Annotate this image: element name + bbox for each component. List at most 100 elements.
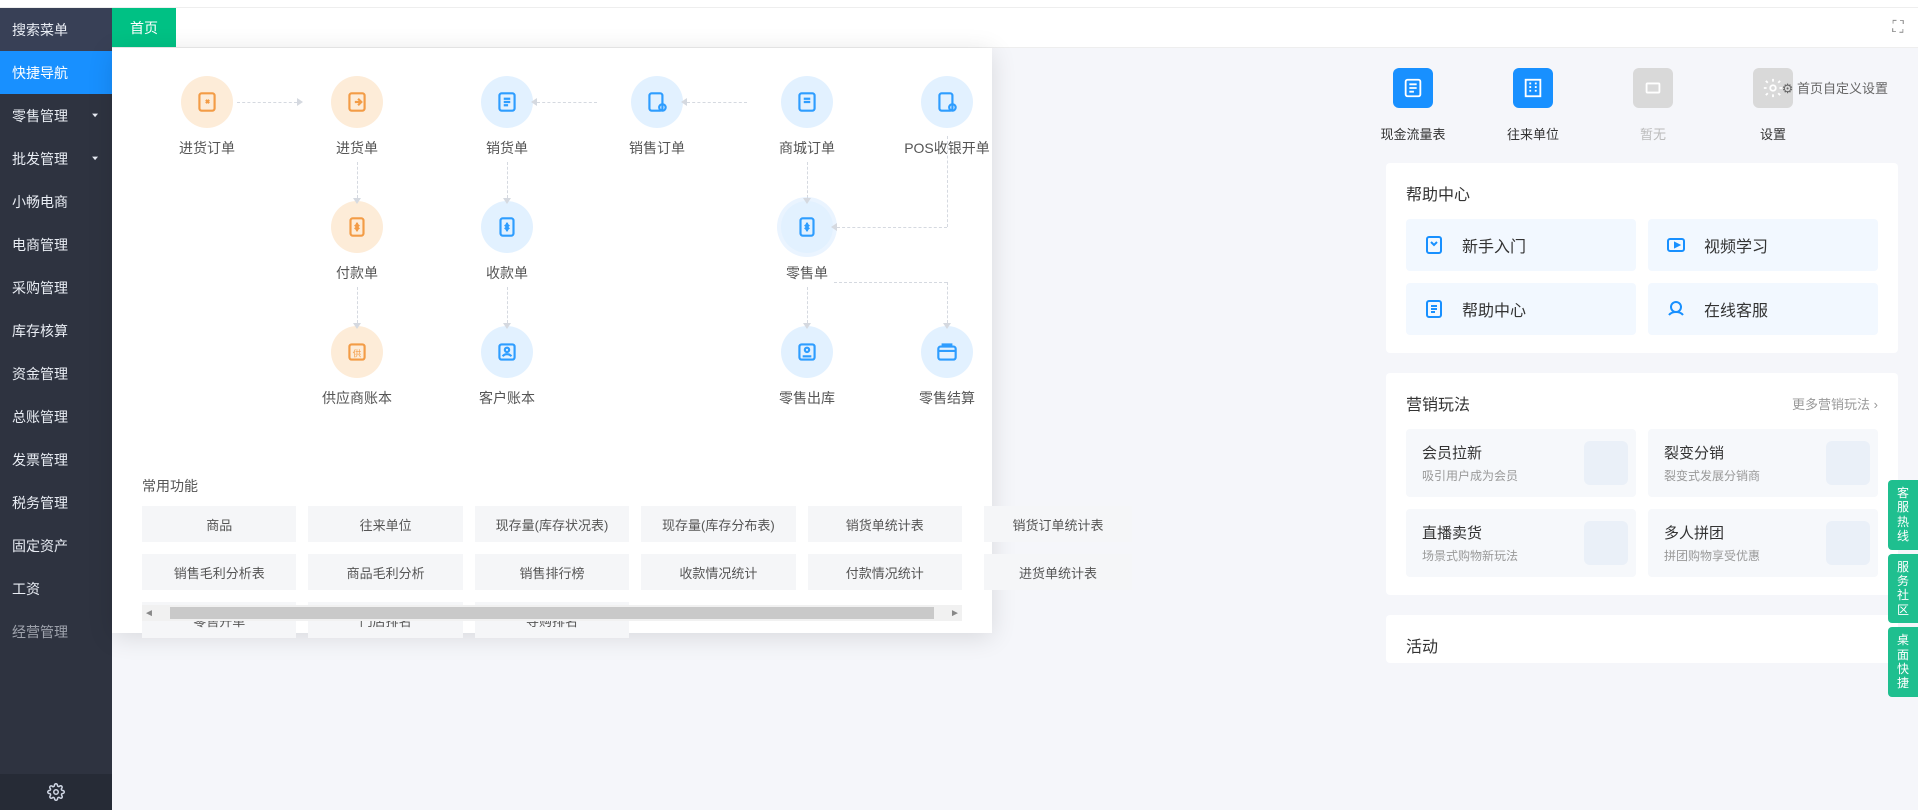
float-tag-desktop[interactable]: 桌面快捷	[1888, 627, 1918, 697]
sidebar-item-salary[interactable]: 工资	[0, 567, 112, 610]
sidebar-item-wholesale[interactable]: 批发管理 ▼	[0, 137, 112, 180]
common-btn-receipt-stats[interactable]: 收款情况统计	[641, 554, 795, 590]
node-label: 付款单	[292, 263, 422, 283]
sidebar-search-label: 搜索菜单	[12, 20, 68, 40]
arrow-icon	[681, 98, 687, 106]
arrow-icon	[943, 323, 951, 329]
common-btn-sales-bill-stats[interactable]: 销货单统计表	[808, 506, 962, 542]
connector	[834, 282, 947, 283]
node-retail-settlement[interactable]: 零售结算	[882, 326, 1012, 408]
node-sales-bill[interactable]: 销货单	[442, 76, 572, 158]
gear-icon: ⚙	[1782, 81, 1794, 96]
connector	[237, 102, 297, 103]
mall-order-icon	[781, 76, 833, 128]
sidebar-item-ledger[interactable]: 总账管理	[0, 395, 112, 438]
sidebar-item-label: 小畅电商	[12, 192, 68, 212]
activity-panel: 活动	[1386, 615, 1898, 663]
node-receipt[interactable]: 收款单	[442, 201, 572, 283]
common-btn-stock-dist[interactable]: 现存量(库存分布表)	[641, 506, 795, 542]
node-retail-outbound[interactable]: 零售出库	[742, 326, 872, 408]
caret-down-icon: ▼	[90, 112, 100, 119]
node-supplier-ledger[interactable]: 供 供应商账本	[292, 326, 422, 408]
retail-settlement-icon	[921, 326, 973, 378]
building-icon	[1513, 68, 1553, 108]
marketing-item-group[interactable]: 多人拼团 拼团购物享受优惠	[1648, 509, 1878, 577]
arrow-icon	[503, 323, 511, 329]
sidebar-item-invoice[interactable]: 发票管理	[0, 438, 112, 481]
sidebar-item-funds[interactable]: 资金管理	[0, 352, 112, 395]
node-label: 零售结算	[882, 388, 1012, 408]
common-btn-payment-stats[interactable]: 付款情况统计	[808, 554, 962, 590]
scroll-right-arrow[interactable]: ►	[948, 608, 962, 619]
sidebar-search[interactable]: 搜索菜单	[0, 8, 112, 51]
supplier-ledger-icon: 供	[331, 326, 383, 378]
node-payment[interactable]: 付款单	[292, 201, 422, 283]
common-btn-partners[interactable]: 往来单位	[308, 506, 462, 542]
help-item-label: 帮助中心	[1462, 297, 1526, 321]
help-item-video[interactable]: 视频学习	[1648, 219, 1878, 271]
customer-ledger-icon	[481, 326, 533, 378]
quick-card-empty[interactable]: 暂无	[1608, 68, 1698, 143]
sidebar-item-operations[interactable]: 经营管理	[0, 610, 112, 653]
help-item-label: 在线客服	[1704, 297, 1768, 321]
doc-icon	[1420, 295, 1448, 323]
quick-card-cashflow[interactable]: 现金流量表	[1368, 68, 1458, 143]
help-item-newbie[interactable]: 新手入门	[1406, 219, 1636, 271]
connector	[687, 102, 747, 103]
node-retail-bill[interactable]: 零售单	[742, 201, 872, 283]
float-tag-hotline[interactable]: 客服热线	[1888, 480, 1918, 550]
common-btn-product-gross[interactable]: 商品毛利分析	[308, 554, 462, 590]
marketing-item-live[interactable]: 直播卖货 场景式购物新玩法	[1406, 509, 1636, 577]
tab-home[interactable]: 首页	[112, 8, 176, 47]
quick-card-partners[interactable]: 往来单位	[1488, 68, 1578, 143]
node-label: 销售订单	[592, 138, 722, 158]
arrow-icon	[803, 323, 811, 329]
sidebar: 搜索菜单 快捷导航 零售管理 ▼ 批发管理 ▼ 小畅电商 电商管理 采购管理 库…	[0, 8, 112, 810]
connector	[947, 282, 948, 323]
sidebar-item-xiaochang[interactable]: 小畅电商	[0, 180, 112, 223]
sidebar-item-tax[interactable]: 税务管理	[0, 481, 112, 524]
fullscreen-button[interactable]: ⛶	[1878, 8, 1918, 47]
node-mall-order[interactable]: 商城订单	[742, 76, 872, 158]
more-marketing-link[interactable]: 更多营销玩法 ›	[1792, 394, 1878, 413]
tab-bar: 首页 ⛶	[112, 8, 1918, 48]
quick-card-label: 暂无	[1640, 124, 1666, 143]
pos-icon	[921, 76, 973, 128]
common-btn-product[interactable]: 商品	[142, 506, 296, 542]
sidebar-item-assets[interactable]: 固定资产	[0, 524, 112, 567]
sidebar-item-label: 固定资产	[12, 536, 68, 556]
scroll-thumb[interactable]	[170, 607, 934, 619]
sidebar-item-quick-nav[interactable]: 快捷导航	[0, 51, 112, 94]
flyout-horizontal-scrollbar[interactable]: ◄ ►	[142, 605, 962, 621]
node-customer-ledger[interactable]: 客户账本	[442, 326, 572, 408]
node-purchase-order[interactable]: 进货订单	[142, 76, 272, 158]
sidebar-item-label: 总账管理	[12, 407, 68, 427]
node-purchase-bill[interactable]: 进货单	[292, 76, 422, 158]
connector	[807, 162, 808, 198]
sidebar-item-retail[interactable]: 零售管理 ▼	[0, 94, 112, 137]
common-btn-stock-status[interactable]: 现存量(库存状况表)	[475, 506, 629, 542]
sidebar-item-inventory[interactable]: 库存核算	[0, 309, 112, 352]
common-btn-sales-order-stats[interactable]: 销货订单统计表	[984, 506, 1132, 542]
help-item-center[interactable]: 帮助中心	[1406, 283, 1636, 335]
sidebar-item-purchase[interactable]: 采购管理	[0, 266, 112, 309]
scroll-left-arrow[interactable]: ◄	[142, 608, 156, 619]
common-btn-sales-gross[interactable]: 销售毛利分析表	[142, 554, 296, 590]
help-item-support[interactable]: 在线客服	[1648, 283, 1878, 335]
common-btn-purchase-stats[interactable]: 进货单统计表	[984, 554, 1132, 590]
node-sales-order[interactable]: 销售订单	[592, 76, 722, 158]
float-tag-community[interactable]: 服务社区	[1888, 554, 1918, 624]
help-panel: 帮助中心 新手入门 视频学习 帮助中心 在线客服	[1386, 163, 1898, 353]
arrow-icon	[353, 198, 361, 204]
tab-label: 首页	[130, 18, 158, 38]
arrow-icon	[831, 223, 837, 231]
node-label: 供应商账本	[292, 388, 422, 408]
sidebar-settings-button[interactable]	[0, 774, 112, 810]
common-btn-sales-rank[interactable]: 销售排行榜	[475, 554, 629, 590]
marketing-item-member[interactable]: 会员拉新 吸引用户成为会员	[1406, 429, 1636, 497]
chevron-right-icon: ›	[1874, 397, 1878, 412]
homepage-custom-settings[interactable]: ⚙ 首页自定义设置	[1782, 78, 1888, 97]
sidebar-item-ecommerce[interactable]: 电商管理	[0, 223, 112, 266]
node-label: 进货单	[292, 138, 422, 158]
marketing-item-fission[interactable]: 裂变分销 裂变式发展分销商	[1648, 429, 1878, 497]
